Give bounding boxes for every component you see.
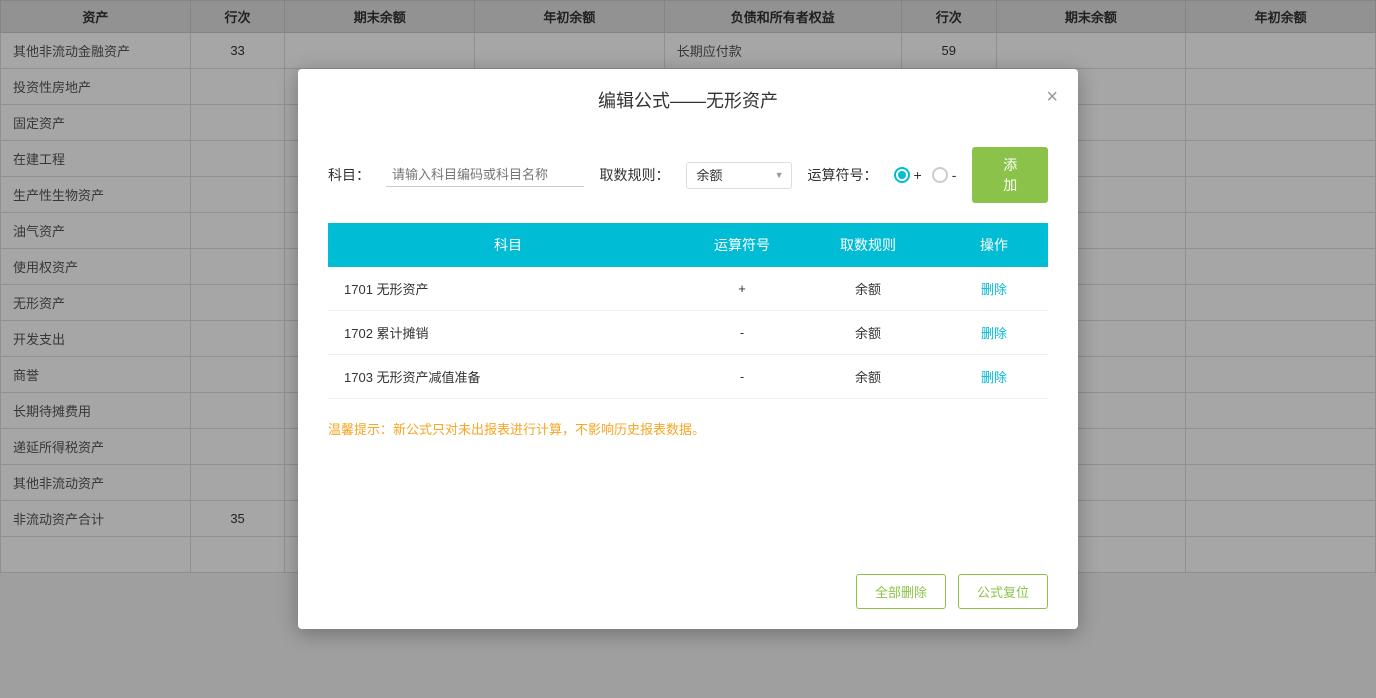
formula-rule: 余额 [796,355,940,399]
formula-table-row: 1702 累计摊销 - 余额 删除 [328,311,1048,355]
rule-select[interactable]: 余额 借方发生额 贷方发生额 [686,162,792,189]
operator-plus-radio[interactable]: + [894,167,922,183]
table-header-action: 操作 [940,223,1048,267]
warning-text: 温馨提示：新公式只对未出报表进行计算，不影响历史报表数据。 [328,419,1048,438]
operator-radio-group: + - [894,167,957,183]
formula-subject: 1702 累计摊销 [328,311,688,355]
rule-label: 取数规则： [600,165,670,185]
formula-operator: + [688,267,796,311]
subject-label: 科目： [328,165,370,185]
formula-table-row: 1703 无形资产减值准备 - 余额 删除 [328,355,1048,399]
form-row: 科目： 取数规则： 余额 借方发生额 贷方发生额 运算符号： + [328,147,1048,203]
modal-header: 编辑公式——无形资产 × [298,69,1078,127]
operator-plus-radio-circle [894,167,910,183]
formula-subject: 1703 无形资产减值准备 [328,355,688,399]
delete-all-button[interactable]: 全部删除 [856,574,946,609]
table-header-subject: 科目 [328,223,688,267]
add-button[interactable]: 添加 [972,147,1048,203]
operator-minus-radio-circle [932,167,948,183]
formula-action: 删除 [940,311,1048,355]
operator-minus-radio[interactable]: - [932,167,957,183]
formula-rule: 余额 [796,267,940,311]
operator-label: 运算符号： [808,165,878,185]
modal-overlay: 编辑公式——无形资产 × 科目： 取数规则： 余额 借方发生额 贷方发生额 运算… [0,0,1376,698]
edit-formula-modal: 编辑公式——无形资产 × 科目： 取数规则： 余额 借方发生额 贷方发生额 运算… [298,69,1078,629]
formula-rule: 余额 [796,311,940,355]
formula-operator: - [688,311,796,355]
reset-formula-button[interactable]: 公式复位 [958,574,1048,609]
formula-table-row: 1701 无形资产 + 余额 删除 [328,267,1048,311]
table-header-operator: 运算符号 [688,223,796,267]
formula-operator: - [688,355,796,399]
modal-footer: 全部删除 公式复位 [298,558,1078,629]
subject-input[interactable] [386,163,584,187]
formula-action: 删除 [940,267,1048,311]
operator-plus-label: + [914,167,922,183]
formula-action: 删除 [940,355,1048,399]
operator-minus-label: - [952,167,957,183]
modal-body: 科目： 取数规则： 余额 借方发生额 贷方发生额 运算符号： + [298,127,1078,558]
modal-title: 编辑公式——无形资产 [598,87,778,113]
delete-row-button[interactable]: 删除 [981,367,1007,386]
rule-select-wrapper[interactable]: 余额 借方发生额 贷方发生额 [686,162,792,189]
formula-table: 科目 运算符号 取数规则 操作 1701 无形资产 + 余额 删除 1702 累… [328,223,1048,399]
table-header-rule: 取数规则 [796,223,940,267]
delete-row-button[interactable]: 删除 [981,323,1007,342]
delete-row-button[interactable]: 删除 [981,279,1007,298]
formula-subject: 1701 无形资产 [328,267,688,311]
modal-close-button[interactable]: × [1046,87,1058,107]
